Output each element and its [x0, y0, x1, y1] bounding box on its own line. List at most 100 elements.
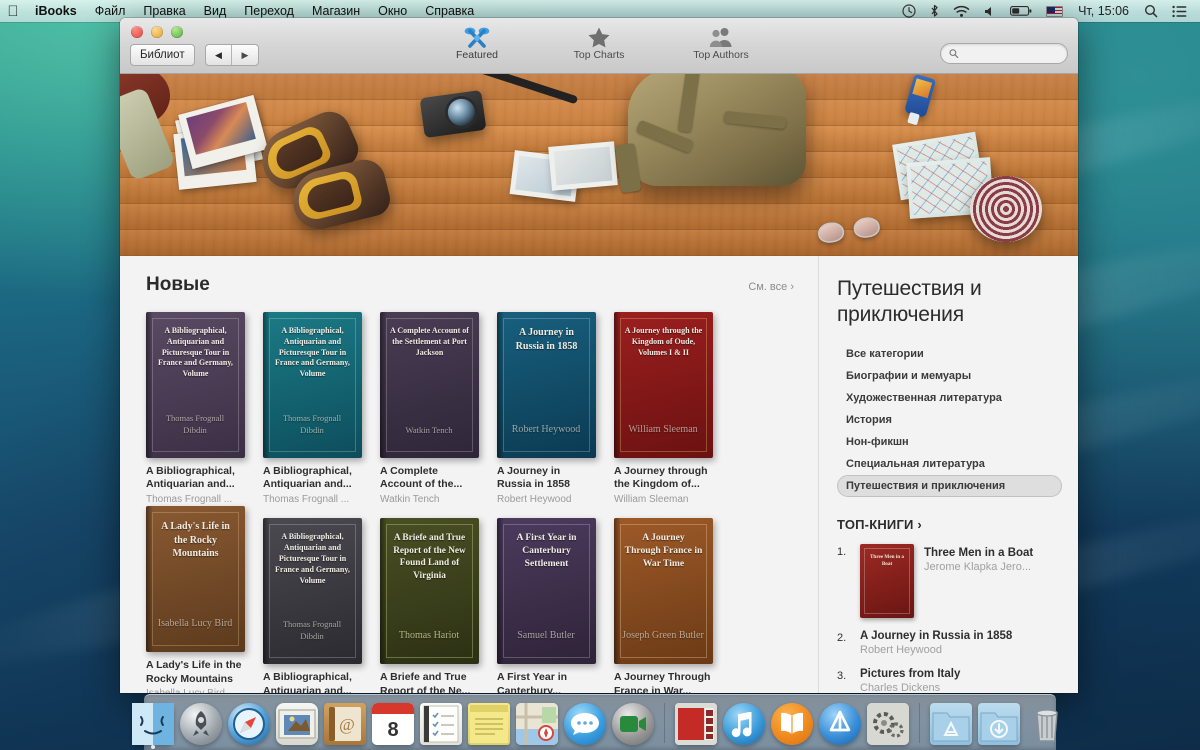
top-book-rank: 3. — [837, 668, 850, 693]
book-cover[interactable]: A Journey in Russia in 1858 Robert Heywo… — [497, 312, 596, 458]
dock-separator — [664, 703, 665, 743]
dock-item-messages[interactable] — [564, 703, 606, 745]
book-cover[interactable]: A Bibliographical, Antiquarian and Pictu… — [263, 312, 362, 458]
book-item[interactable]: A Bibliographical, Antiquarian and Pictu… — [263, 518, 362, 693]
cover-title: A Journey Through France in War Time — [622, 532, 706, 571]
cover-title: A Lady's Life in the Rocky Mountains — [154, 520, 238, 561]
menu-app-name[interactable]: iBooks — [26, 0, 86, 22]
dock-item-launchpad[interactable] — [180, 703, 222, 745]
dock-separator — [919, 703, 920, 743]
dock-item-applications-folder[interactable] — [930, 703, 972, 745]
tab-featured[interactable]: Featured — [438, 22, 516, 61]
spotlight-search-icon[interactable] — [1137, 4, 1165, 18]
cover-title: A First Year in Canterbury Settlement — [505, 532, 589, 571]
dock-item-system-preferences[interactable] — [867, 703, 909, 745]
book-cover[interactable]: A Bibliographical, Antiquarian and Pictu… — [263, 518, 362, 664]
menu-bar-clock[interactable]: Чт, 15:06 — [1070, 0, 1137, 22]
dock: @ 8 — [144, 694, 1056, 750]
cover-title: A Briefe and True Report of the New Foun… — [388, 532, 472, 582]
book-item[interactable]: A Bibliographical, Antiquarian and Pictu… — [263, 312, 362, 506]
search-icon — [949, 48, 959, 59]
book-cover[interactable]: A Complete Account of the Settlement at … — [380, 312, 479, 458]
dock-item-app-store[interactable] — [819, 703, 861, 745]
hero-object-backpack — [628, 74, 806, 186]
tab-top-authors[interactable]: Top Authors — [682, 22, 760, 61]
book-item[interactable]: A Journey in Russia in 1858 Robert Heywo… — [497, 312, 596, 506]
dock-item-itunes[interactable] — [723, 703, 765, 745]
top-books-header[interactable]: ТОП-КНИГИ › — [837, 517, 1062, 532]
dock-item-photo-booth[interactable] — [675, 703, 717, 745]
tab-featured-label: Featured — [456, 49, 498, 61]
book-item[interactable]: A Bibliographical, Antiquarian and Pictu… — [146, 312, 245, 506]
dock-item-contacts[interactable]: @ — [324, 703, 366, 745]
sidebar-item-history[interactable]: История — [837, 409, 1062, 431]
book-author: Thomas Frognall ... — [146, 494, 245, 507]
book-item[interactable]: A Complete Account of the Settlement at … — [380, 312, 479, 506]
top-book-item[interactable]: 1. Three Men in a Boat Three Men in a Bo… — [837, 544, 1062, 618]
top-book-item[interactable]: 2. A Journey in Russia in 1858 Robert He… — [837, 630, 1062, 656]
dock-item-ibooks[interactable] — [771, 703, 813, 745]
book-title: A Lady's Life in the Rocky Mountains — [146, 659, 245, 686]
book-cover[interactable]: A Briefe and True Report of the New Foun… — [380, 518, 479, 664]
dock-item-notes[interactable] — [468, 703, 510, 745]
book-cover[interactable]: A Journey Through France in War Time Jos… — [614, 518, 713, 664]
section-header: Новые См. все › — [146, 274, 794, 296]
sidebar-item-biographies[interactable]: Биографии и мемуары — [837, 365, 1062, 387]
us-flag-icon[interactable] — [1039, 6, 1070, 17]
book-item[interactable]: A Lady's Life in the Rocky Mountains Isa… — [146, 506, 245, 693]
dock-item-trash[interactable] — [1026, 703, 1068, 745]
dock-item-reminders[interactable] — [420, 703, 462, 745]
bluetooth-icon[interactable] — [923, 4, 946, 18]
dock-item-finder[interactable] — [132, 703, 174, 745]
see-all-link[interactable]: См. все › — [748, 281, 794, 293]
wifi-icon[interactable] — [946, 5, 977, 18]
category-sidebar: Путешествия и приключения Все категории … — [818, 256, 1078, 693]
section-title: Новые — [146, 274, 210, 296]
dock-item-safari[interactable] — [228, 703, 270, 745]
books-grid: A Bibliographical, Antiquarian and Pictu… — [146, 312, 818, 693]
hero-banner[interactable] — [120, 74, 1078, 256]
battery-icon[interactable] — [1003, 5, 1039, 17]
hero-object-camera — [420, 90, 487, 138]
book-title: A Complete Account of the... — [380, 465, 479, 492]
book-cover[interactable]: A Bibliographical, Antiquarian and Pictu… — [146, 312, 245, 458]
sidebar-item-all-categories[interactable]: Все категории — [837, 343, 1062, 365]
top-book-item[interactable]: 3. Pictures from Italy Charles Dickens — [837, 668, 1062, 693]
top-book-author: Robert Heywood — [860, 644, 1012, 656]
book-title: A Bibliographical, Antiquarian and... — [263, 465, 362, 492]
sidebar-item-travel-adventure[interactable]: Путешествия и приключения — [837, 475, 1062, 497]
book-cover[interactable]: A First Year in Canterbury Settlement Sa… — [497, 518, 596, 664]
dock-item-mail[interactable] — [276, 703, 318, 745]
tab-top-charts[interactable]: Top Charts — [560, 22, 638, 61]
dock-item-facetime[interactable] — [612, 703, 654, 745]
sidebar-item-nonfiction[interactable]: Нон-фикшн — [837, 431, 1062, 453]
hero-object-passport-2 — [548, 141, 618, 191]
apple-menu-icon[interactable]:  — [0, 4, 26, 19]
book-title: A Journey through the Kingdom of... — [614, 465, 713, 492]
book-item[interactable]: A Journey Through France in War Time Jos… — [614, 518, 713, 693]
dock-item-maps[interactable] — [516, 703, 558, 745]
time-machine-icon[interactable] — [895, 4, 923, 18]
book-item[interactable]: A Briefe and True Report of the New Foun… — [380, 518, 479, 693]
search-input[interactable] — [964, 48, 1059, 60]
tab-top-charts-label: Top Charts — [574, 49, 625, 61]
book-item[interactable]: A Journey through the Kingdom of Oude, V… — [614, 312, 713, 506]
top-book-rank: 1. — [837, 544, 850, 618]
notification-center-icon[interactable] — [1165, 5, 1194, 18]
top-book-cover[interactable]: Three Men in a Boat — [860, 544, 914, 618]
book-title: A Bibliographical, Antiquarian and... — [146, 465, 245, 492]
dock-item-downloads-folder[interactable] — [978, 703, 1020, 745]
book-cover[interactable]: A Journey through the Kingdom of Oude, V… — [614, 312, 713, 458]
sidebar-item-special-literature[interactable]: Специальная литература — [837, 453, 1062, 475]
cover-author: Thomas Frognall Dibdin — [270, 413, 354, 436]
store-search-field[interactable] — [940, 43, 1068, 64]
cover-author: Isabella Lucy Bird — [153, 617, 237, 631]
volume-icon[interactable] — [977, 5, 1003, 18]
top-book-title: Three Men in a Boat — [924, 547, 1033, 559]
featured-ribbon-icon — [464, 22, 490, 48]
dock-item-calendar[interactable]: 8 — [372, 703, 414, 745]
book-item[interactable]: A First Year in Canterbury Settlement Sa… — [497, 518, 596, 693]
sidebar-item-fiction[interactable]: Художественная литература — [837, 387, 1062, 409]
book-cover[interactable]: A Lady's Life in the Rocky Mountains Isa… — [146, 506, 245, 652]
cover-author: Thomas Frognall Dibdin — [153, 413, 237, 436]
